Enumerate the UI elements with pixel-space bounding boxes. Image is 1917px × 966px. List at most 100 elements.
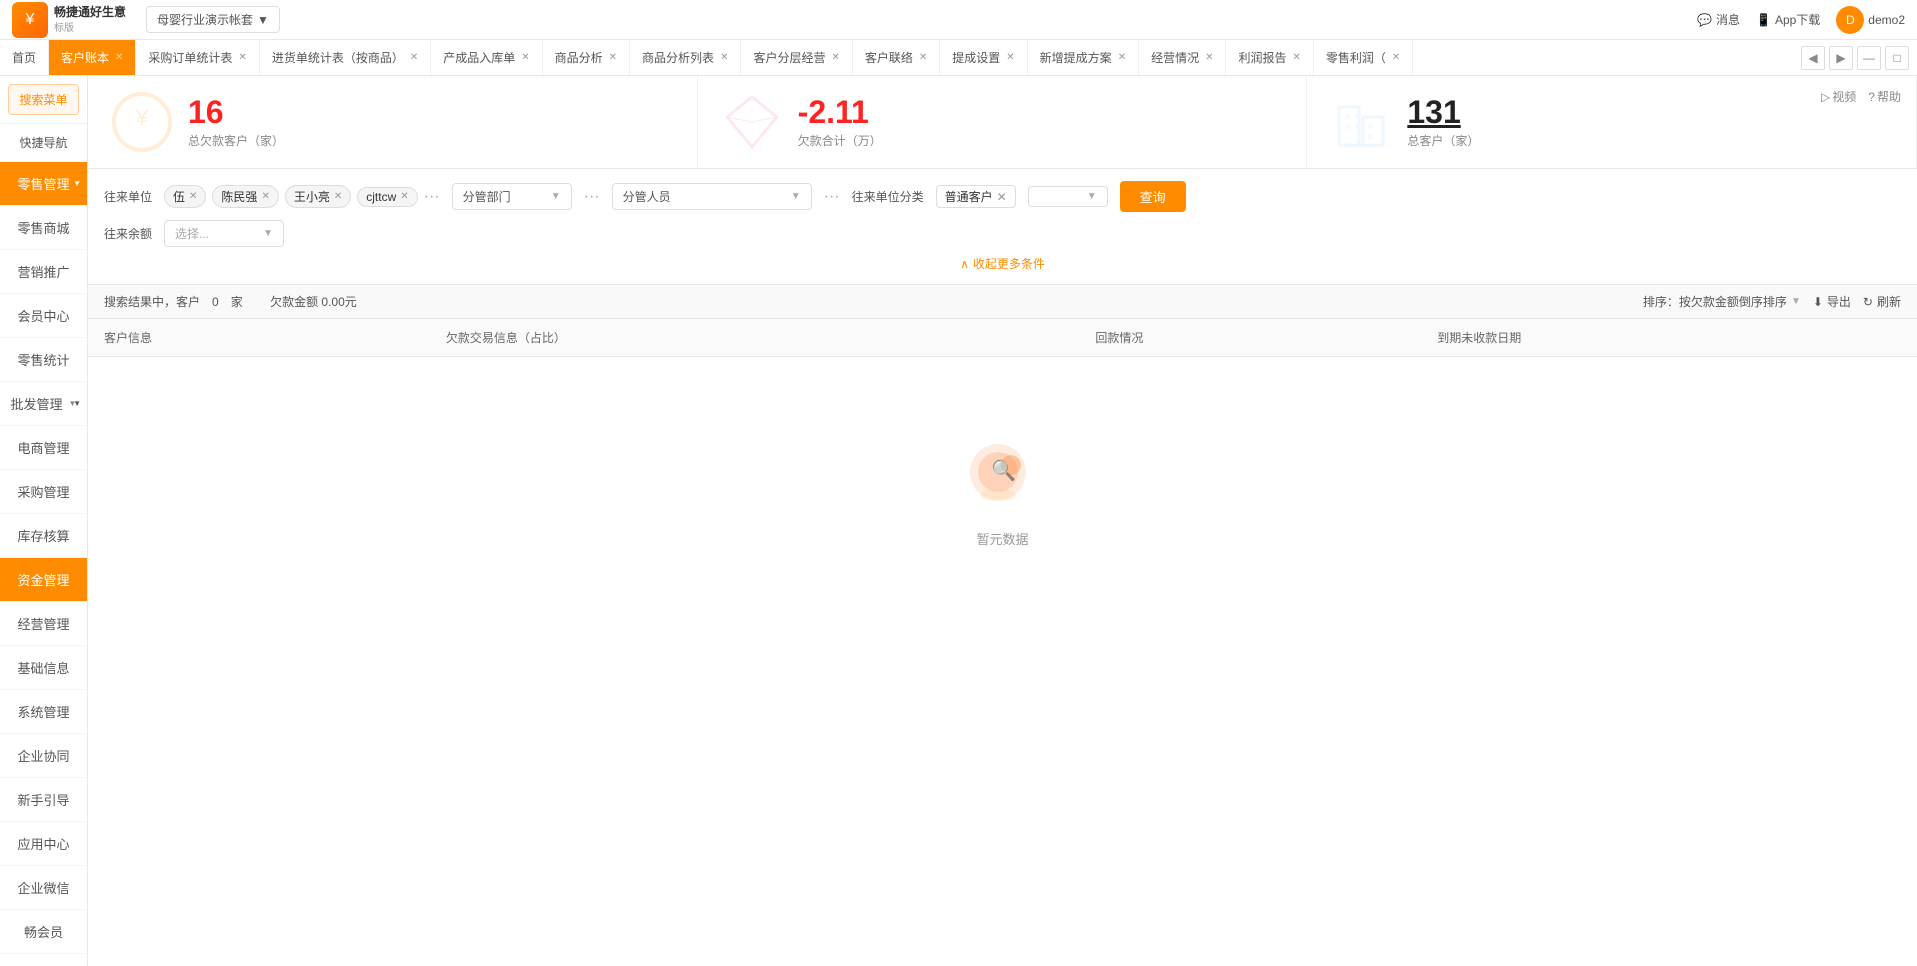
close-new-commission[interactable]: ✕ bbox=[1118, 52, 1126, 63]
help-btn[interactable]: ? 帮助 bbox=[1868, 88, 1901, 105]
close-customer-tier[interactable]: ✕ bbox=[831, 52, 839, 63]
tab-purchase-order[interactable]: 采购订单统计表 ✕ bbox=[136, 40, 259, 76]
tab-customer-ledger[interactable]: 客户账本 ✕ bbox=[49, 40, 136, 76]
company-selector[interactable]: 母婴行业演示帐套 ▼ bbox=[146, 6, 280, 33]
remove-chen-btn[interactable]: ✕ bbox=[261, 191, 269, 202]
message-label: 消息 bbox=[1716, 11, 1740, 28]
sidebar-item-membership[interactable]: 畅会员 bbox=[0, 910, 87, 954]
close-profit-report[interactable]: ✕ bbox=[1293, 52, 1301, 63]
sidebar-item-wechat[interactable]: 企业微信 bbox=[0, 866, 87, 910]
close-retail-profit[interactable]: ✕ bbox=[1392, 52, 1400, 63]
sidebar-item-purchase[interactable]: 采购管理 bbox=[0, 470, 87, 514]
remove-cjttcw-btn[interactable]: ✕ bbox=[400, 191, 408, 202]
data-table: 客户信息 欠款交易信息（占比） 回款情况 到期未收款日期 bbox=[88, 319, 1917, 357]
sidebar-quick-nav[interactable]: 快捷导航 bbox=[0, 124, 87, 162]
sidebar-item-inventory[interactable]: 库存核算 bbox=[0, 514, 87, 558]
sidebar-item-retail[interactable]: 零售管理 bbox=[0, 162, 87, 206]
tab-home[interactable]: 首页 bbox=[0, 40, 49, 76]
tab-goods-analysis-list[interactable]: 商品分析列表 ✕ bbox=[630, 40, 741, 76]
person-filter-select[interactable]: 分管人员 ▼ bbox=[612, 183, 812, 210]
close-goods-stat[interactable]: ✕ bbox=[410, 52, 418, 63]
refresh-btn[interactable]: ↻ 刷新 bbox=[1863, 293, 1901, 310]
query-btn[interactable]: 查询 bbox=[1120, 181, 1186, 212]
export-btn[interactable]: ⬇ 导出 bbox=[1813, 293, 1851, 310]
close-commission-settings[interactable]: ✕ bbox=[1006, 52, 1014, 63]
collapse-btn[interactable]: ∧ 收起更多条件 bbox=[960, 255, 1045, 272]
export-label: 导出 bbox=[1827, 293, 1851, 310]
logo-text-block: 畅捷通好生意 标版 bbox=[54, 5, 126, 34]
diamond-icon bbox=[722, 92, 782, 152]
nav-minimize-btn[interactable]: — bbox=[1857, 46, 1881, 70]
tab-finished-goods[interactable]: 产成品入库单 ✕ bbox=[431, 40, 542, 76]
sidebar-item-management[interactable]: 经营管理 bbox=[0, 602, 87, 646]
nav-maximize-btn[interactable]: □ bbox=[1885, 46, 1909, 70]
tab-commission-settings[interactable]: 提成设置 ✕ bbox=[940, 40, 1027, 76]
results-info: 搜索结果中，客户0家 欠款金额 0.00元 bbox=[104, 293, 381, 310]
stat-info-debt-amount: -2.11 欠款合计（万） bbox=[798, 96, 882, 149]
sidebar-item-retail-stat[interactable]: 零售统计 bbox=[0, 338, 87, 382]
sidebar-item-member[interactable]: 会员中心 bbox=[0, 294, 87, 338]
collapse-label: 收起更多条件 bbox=[973, 255, 1045, 272]
sidebar-membership-label: 畅会员 bbox=[24, 922, 63, 941]
tab-goods-stat-label: 进货单统计表（按商品） bbox=[272, 49, 404, 66]
sidebar-item-enterprise[interactable]: 企业协同 bbox=[0, 734, 87, 778]
close-goods-analysis-list[interactable]: ✕ bbox=[720, 52, 728, 63]
tab-commission-settings-label: 提成设置 bbox=[952, 49, 1000, 66]
close-customer-contact[interactable]: ✕ bbox=[919, 52, 927, 63]
nav-prev-btn[interactable]: ◀ bbox=[1801, 46, 1825, 70]
close-purchase-order[interactable]: ✕ bbox=[238, 52, 246, 63]
tab-customer-contact[interactable]: 客户联络 ✕ bbox=[853, 40, 940, 76]
sidebar-enterprise-label: 企业协同 bbox=[17, 746, 69, 765]
unit-tag-wu-label: 伍 bbox=[173, 188, 185, 205]
sidebar-item-marketing[interactable]: 营销推广 bbox=[0, 250, 87, 294]
close-goods-analysis[interactable]: ✕ bbox=[609, 52, 617, 63]
person-more-icon[interactable]: ··· bbox=[824, 188, 840, 206]
person-filter-label: 分管人员 bbox=[623, 188, 671, 205]
tab-goods-analysis[interactable]: 商品分析 ✕ bbox=[543, 40, 630, 76]
remove-wang-btn[interactable]: ✕ bbox=[334, 191, 342, 202]
tab-customer-ledger-label: 客户账本 bbox=[61, 49, 109, 66]
message-btn[interactable]: 💬 消息 bbox=[1697, 11, 1740, 28]
close-customer-ledger[interactable]: ✕ bbox=[115, 52, 123, 63]
sidebar-item-finance[interactable]: 资金管理 bbox=[0, 558, 87, 602]
sidebar-item-ecommerce[interactable]: 电商管理 bbox=[0, 426, 87, 470]
balance-filter-select[interactable]: 选择... ▼ bbox=[164, 220, 284, 247]
search-menu-btn[interactable]: 搜索菜单 bbox=[8, 84, 79, 115]
sidebar-item-app-center[interactable]: 应用中心 bbox=[0, 822, 87, 866]
close-finished-goods[interactable]: ✕ bbox=[521, 52, 529, 63]
unit-tags-more[interactable]: ··· bbox=[424, 188, 440, 206]
tab-goods-stat[interactable]: 进货单统计表（按商品） ✕ bbox=[260, 40, 431, 76]
col-due-date: 到期未收款日期 bbox=[1421, 319, 1917, 357]
tab-profit-report[interactable]: 利润报告 ✕ bbox=[1226, 40, 1313, 76]
dept-more-icon[interactable]: ··· bbox=[584, 188, 600, 206]
remove-category-btn[interactable]: ✕ bbox=[997, 190, 1007, 204]
category-dropdown[interactable]: ▼ bbox=[1028, 186, 1108, 207]
top-bar-right: 💬 消息 📱 App下载 D demo2 bbox=[1697, 6, 1905, 34]
nav-tabs: 首页 客户账本 ✕ 采购订单统计表 ✕ 进货单统计表（按商品） ✕ 产成品入库单… bbox=[0, 40, 1917, 76]
tab-new-commission-label: 新增提成方案 bbox=[1040, 49, 1112, 66]
video-btn[interactable]: ▷ 视频 bbox=[1821, 88, 1856, 105]
balance-summary: 欠款金额 0.00元 bbox=[270, 295, 369, 309]
sidebar-item-retail-mall[interactable]: 零售商城 bbox=[0, 206, 87, 250]
video-label: 视频 bbox=[1832, 88, 1856, 105]
sidebar-purchase-label: 采购管理 bbox=[17, 482, 69, 501]
sidebar-retail-label: 零售管理 bbox=[17, 174, 69, 193]
sidebar-item-wholesale[interactable]: 批发管理 ▼ bbox=[0, 382, 87, 426]
sort-dropdown[interactable]: 排序：按欠款金额倒序排序 ▼ bbox=[1643, 293, 1801, 310]
app-download-btn[interactable]: 📱 App下载 bbox=[1756, 11, 1820, 28]
nav-next-btn[interactable]: ▶ bbox=[1829, 46, 1853, 70]
unit-tag-wang-label: 王小亮 bbox=[294, 188, 330, 205]
sidebar-item-tutorial[interactable]: 新手引导 bbox=[0, 778, 87, 822]
sidebar-item-basic-info[interactable]: 基础信息 bbox=[0, 646, 87, 690]
tab-retail-profit[interactable]: 零售利润（ ✕ bbox=[1314, 40, 1413, 76]
tab-new-commission[interactable]: 新增提成方案 ✕ bbox=[1028, 40, 1139, 76]
sidebar-item-system[interactable]: 系统管理 bbox=[0, 690, 87, 734]
user-menu[interactable]: D demo2 bbox=[1836, 6, 1905, 34]
dept-filter-select[interactable]: 分管部门 ▼ bbox=[452, 183, 572, 210]
tab-customer-tier[interactable]: 客户分层经营 ✕ bbox=[741, 40, 852, 76]
remove-wu-btn[interactable]: ✕ bbox=[189, 191, 197, 202]
content-area: ¥ 16 总欠款客户（家） -2.11 欠款合计（ bbox=[88, 76, 1917, 966]
close-operations[interactable]: ✕ bbox=[1205, 52, 1213, 63]
tab-operations[interactable]: 经营情况 ✕ bbox=[1139, 40, 1226, 76]
col-payment-status: 回款情况 bbox=[1079, 319, 1421, 357]
